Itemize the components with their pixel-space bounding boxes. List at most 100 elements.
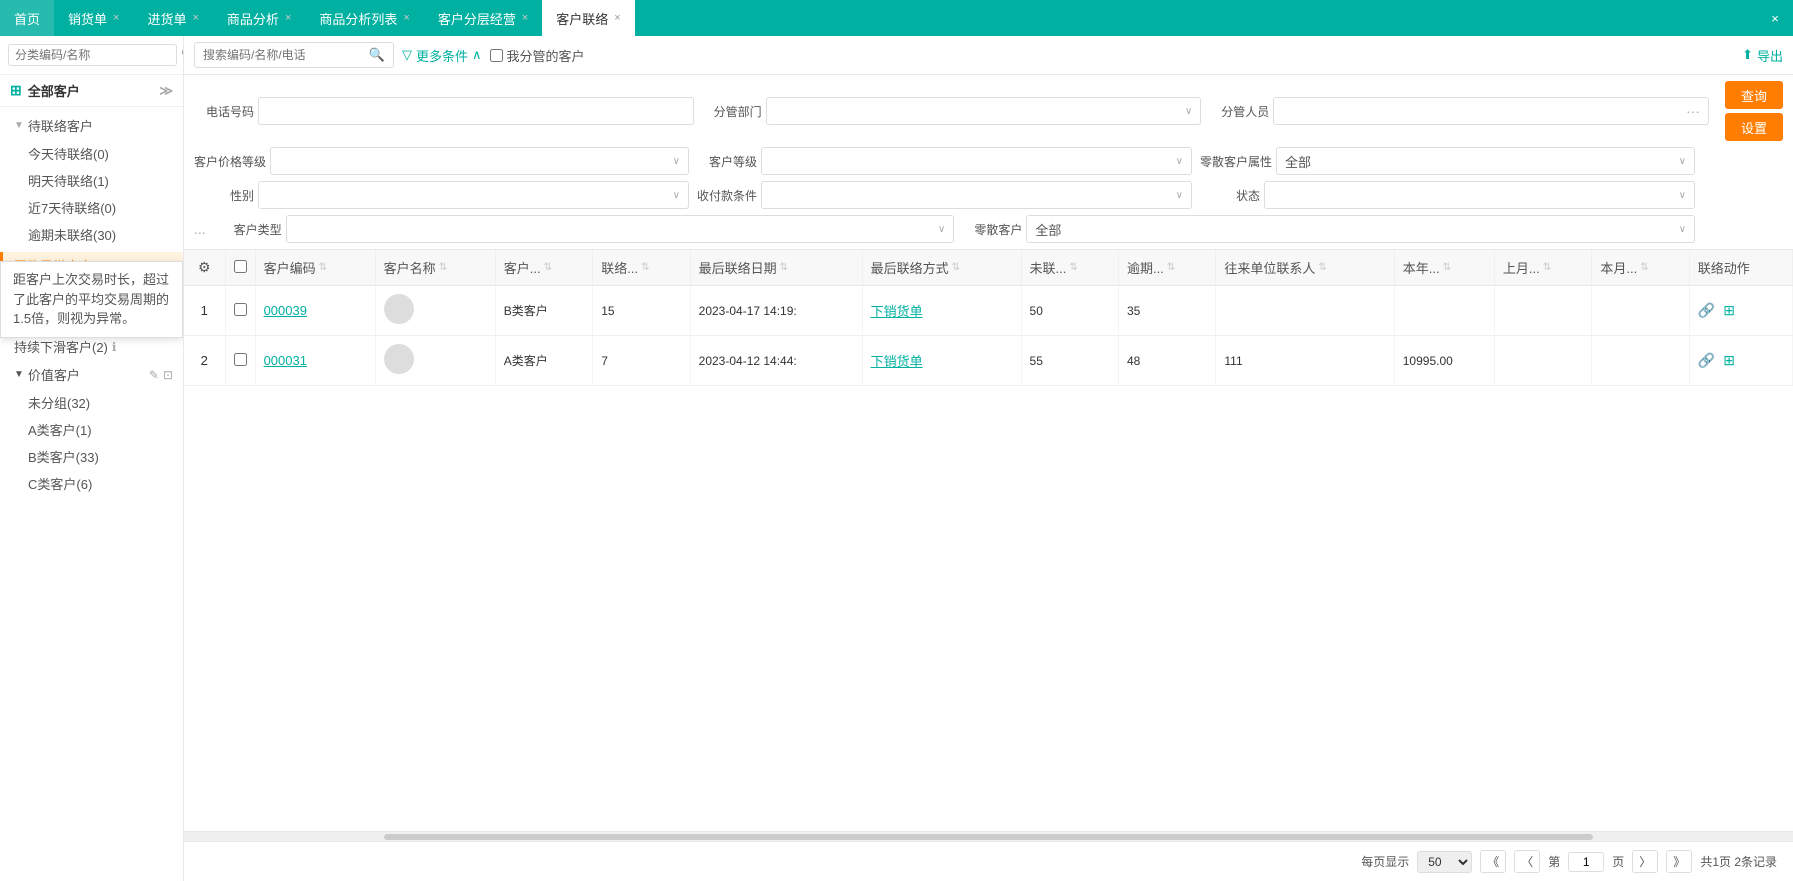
- nav-sales[interactable]: 销货单 ×: [54, 0, 133, 36]
- row2-select[interactable]: [234, 353, 247, 366]
- code-sort-icon[interactable]: ⇅: [319, 262, 327, 273]
- select-all-checkbox[interactable]: [234, 260, 247, 273]
- phone-input[interactable]: [258, 97, 694, 125]
- col-last-method-header: 最后联络方式 ⇅: [862, 250, 1021, 286]
- sidebar-item-tomorrow[interactable]: 明天待联络(1): [0, 167, 183, 194]
- scrollbar-thumb[interactable]: [384, 834, 1593, 840]
- row1-link-icon[interactable]: 🔗: [1698, 302, 1715, 319]
- sidebar-item-c-class[interactable]: C类客户(6): [0, 470, 183, 497]
- sidebar-item-a-class[interactable]: A类客户(1): [0, 416, 183, 443]
- sidebar-item-7days[interactable]: 近7天待联络(0): [0, 194, 183, 221]
- customer-level-input[interactable]: ∨: [761, 147, 1192, 175]
- sidebar-item-today[interactable]: 今天待联络(0): [0, 140, 183, 167]
- customer-table: ⚙ 客户编码 ⇅ 客户名称: [184, 250, 1793, 386]
- row2-link-icon[interactable]: 🔗: [1698, 352, 1715, 369]
- last-method-sort-icon[interactable]: ⇅: [952, 262, 960, 273]
- table-settings-icon[interactable]: ⚙: [192, 257, 217, 277]
- retail-customer-input[interactable]: 全部 ∨: [1026, 215, 1695, 243]
- manager-input[interactable]: ···: [1273, 97, 1709, 125]
- contact-sort-icon[interactable]: ⇅: [641, 262, 649, 273]
- uncontacted-sort-icon[interactable]: ⇅: [1069, 262, 1077, 273]
- my-customers-checkbox[interactable]: 我分管的客户: [490, 46, 585, 65]
- col-settings: ⚙: [184, 250, 225, 286]
- dept-label: 分管部门: [702, 103, 762, 120]
- sidebar: 🔍 ⊞ 全部客户 ≫ ▼ 待联络客户 今天待联络(0) 明天待联络(1) 近7天…: [0, 36, 184, 881]
- close-product-list-icon[interactable]: ×: [403, 12, 409, 24]
- row1-select[interactable]: [234, 303, 247, 316]
- name-sort-icon[interactable]: ⇅: [439, 262, 447, 273]
- close-customer-contact-icon[interactable]: ×: [614, 12, 620, 24]
- contact-person-sort-icon[interactable]: ⇅: [1318, 262, 1326, 273]
- first-page-button[interactable]: 《: [1480, 850, 1506, 873]
- value-customer-group-header[interactable]: ▼ 价值客户 ✎ ⊡: [0, 360, 183, 389]
- sidebar-item-b-class[interactable]: B类客户(33): [0, 443, 183, 470]
- retail-customer-cell: 零散客户 全部 ∨: [962, 215, 1695, 243]
- pending-arrow-icon: ▼: [14, 120, 24, 131]
- overdue-sort-icon[interactable]: ⇅: [1167, 262, 1175, 273]
- close-product-analysis-icon[interactable]: ×: [285, 12, 291, 24]
- nav-product-analysis[interactable]: 商品分析 ×: [213, 0, 305, 36]
- payment-terms-input[interactable]: ∨: [761, 181, 1192, 209]
- nav-customer-contact[interactable]: 客户联络 ×: [542, 0, 634, 36]
- row1-contact-person: [1216, 286, 1394, 336]
- horizontal-scrollbar[interactable]: [184, 831, 1793, 841]
- page-input[interactable]: [1568, 852, 1604, 872]
- more-filters-dots[interactable]: ...: [194, 221, 206, 237]
- per-page-select[interactable]: 50 100 200: [1417, 851, 1472, 873]
- nav-product-list[interactable]: 商品分析列表 ×: [305, 0, 423, 36]
- price-level-input[interactable]: ∨: [270, 147, 689, 175]
- this-month-sort-icon[interactable]: ⇅: [1640, 262, 1648, 273]
- nav-purchase[interactable]: 进货单 ×: [133, 0, 212, 36]
- prev-page-button[interactable]: 〈: [1514, 850, 1540, 873]
- search-input[interactable]: [203, 48, 369, 62]
- sidebar-item-ungroup[interactable]: 未分组(32): [0, 389, 183, 416]
- row1-code[interactable]: 000039: [255, 286, 375, 336]
- row2-num: 2: [184, 336, 225, 386]
- customer-type-chevron-icon: ∨: [938, 224, 945, 235]
- customer-level-label: 客户等级: [697, 153, 757, 170]
- close-customer-tier-icon[interactable]: ×: [522, 12, 528, 24]
- sidebar-search-input[interactable]: [8, 44, 177, 66]
- col-contact-header: 联络... ⇅: [593, 250, 690, 286]
- customer-type-input[interactable]: ∨: [286, 215, 955, 243]
- grid-icon: ⊞: [10, 82, 22, 99]
- edit-icon[interactable]: ✎: [149, 368, 159, 382]
- nav-customer-tier[interactable]: 客户分层经营 ×: [424, 0, 542, 36]
- this-year-sort-icon[interactable]: ⇅: [1443, 262, 1451, 273]
- dept-input[interactable]: ∨: [766, 97, 1202, 125]
- my-customers-check[interactable]: [490, 49, 503, 62]
- close-purchase-icon[interactable]: ×: [192, 12, 198, 24]
- close-all-tabs-button[interactable]: ×: [1757, 0, 1793, 36]
- table-row: 2 000031 A类客户 7 2023-04-12 14: [184, 336, 1793, 386]
- last-page-button[interactable]: 》: [1666, 850, 1692, 873]
- export-button[interactable]: ⬆ 导出: [1742, 46, 1783, 65]
- retail-attr-input[interactable]: 全部 ∨: [1276, 147, 1695, 175]
- manager-dots-icon[interactable]: ···: [1686, 103, 1700, 119]
- row1-last-month: [1494, 286, 1591, 336]
- query-button[interactable]: 查询: [1725, 81, 1783, 109]
- level-sort-icon[interactable]: ⇅: [544, 262, 552, 273]
- row1-more-icon[interactable]: ⊞: [1723, 302, 1735, 319]
- nav-home[interactable]: 首页: [0, 0, 54, 36]
- last-date-sort-icon[interactable]: ⇅: [780, 262, 788, 273]
- main-layout: 🔍 ⊞ 全部客户 ≫ ▼ 待联络客户 今天待联络(0) 明天待联络(1) 近7天…: [0, 36, 1793, 881]
- row1-level: B类客户: [495, 286, 592, 336]
- settings-button[interactable]: 设置: [1725, 113, 1783, 141]
- close-sales-icon[interactable]: ×: [113, 12, 119, 24]
- next-page-button[interactable]: 〉: [1632, 850, 1658, 873]
- customer-type-cell: 客户类型 ∨: [222, 215, 955, 243]
- all-customers-header[interactable]: ⊞ 全部客户 ≫: [0, 75, 183, 107]
- pending-contact-header[interactable]: ▼ 待联络客户: [0, 111, 183, 140]
- customer-level-cell: 客户等级 ∨: [697, 147, 1192, 175]
- value-customer-settings-icon[interactable]: ⊡: [163, 368, 173, 382]
- search-bar-icon[interactable]: 🔍: [369, 47, 385, 63]
- last-month-sort-icon[interactable]: ⇅: [1543, 262, 1551, 273]
- gender-input[interactable]: ∨: [258, 181, 689, 209]
- status-input[interactable]: ∨: [1264, 181, 1695, 209]
- sidebar-search-icon[interactable]: 🔍: [181, 47, 184, 63]
- row2-code[interactable]: 000031: [255, 336, 375, 386]
- more-conditions-button[interactable]: ▽ 更多条件 ∧: [402, 46, 482, 65]
- sidebar-item-overdue[interactable]: 逾期未联络(30): [0, 221, 183, 248]
- row2-more-icon[interactable]: ⊞: [1723, 352, 1735, 369]
- collapse-sidebar-icon[interactable]: ≫: [159, 83, 173, 99]
